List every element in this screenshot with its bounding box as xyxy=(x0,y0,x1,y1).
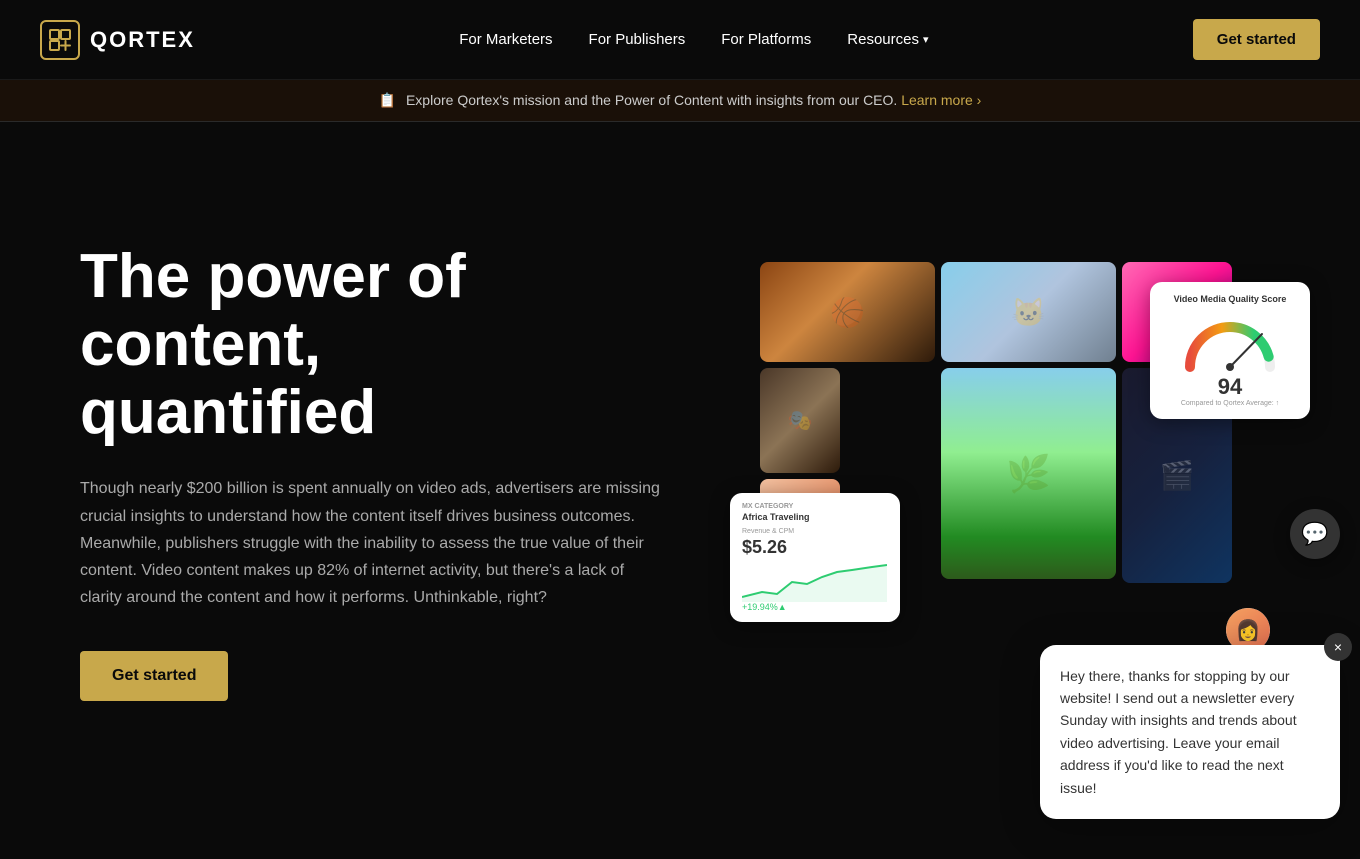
nav-for-marketers[interactable]: For Marketers xyxy=(459,31,552,48)
cpm-widget: MX CATEGORY Africa Traveling Revenue & C… xyxy=(730,493,900,622)
cpm-metric-label: Revenue & CPM xyxy=(742,528,888,535)
image-landscape: 🌿 xyxy=(941,368,1116,579)
navbar: QORTEX For Marketers For Publishers For … xyxy=(0,0,1360,80)
nav-resources[interactable]: Resources ▾ xyxy=(847,31,928,48)
chat-bubble-icon: 💬 xyxy=(1301,521,1328,547)
logo-link[interactable]: QORTEX xyxy=(40,20,195,60)
quality-score-value: 94 xyxy=(1164,374,1296,400)
hero-title: The power of content, quantified xyxy=(80,243,680,448)
chat-close-button[interactable]: × xyxy=(1324,633,1352,661)
cpm-change-value: +19.94%▲ xyxy=(742,602,888,612)
resources-caret: ▾ xyxy=(923,33,929,46)
quality-widget-title: Video Media Quality Score xyxy=(1164,294,1296,304)
hero-cta-button[interactable]: Get started xyxy=(80,651,228,701)
cpm-category-label: MX CATEGORY xyxy=(742,503,888,510)
quality-gauge xyxy=(1180,312,1280,372)
chat-message: Hey there, thanks for stopping by our we… xyxy=(1060,665,1320,799)
banner-icon: 📋 xyxy=(379,92,396,108)
cpm-category-value: Africa Traveling xyxy=(742,512,888,522)
image-cat: 🐱 xyxy=(941,262,1116,362)
image-sports: 🏀 xyxy=(760,262,935,362)
nav-cta-button[interactable]: Get started xyxy=(1193,19,1320,60)
hero-content: The power of content, quantified Though … xyxy=(80,243,680,702)
quality-score-sub: Compared to Qortex Average: ↑ xyxy=(1164,400,1296,407)
hero-description: Though nearly $200 billion is spent annu… xyxy=(80,475,660,611)
nav-for-publishers[interactable]: For Publishers xyxy=(589,31,686,48)
quality-score-widget: Video Media Quality Score xyxy=(1150,282,1310,419)
nav-links: For Marketers For Publishers For Platfor… xyxy=(459,31,928,48)
banner-text: Explore Qortex's mission and the Power o… xyxy=(406,92,897,108)
chat-widget: × Hey there, thanks for stopping by our … xyxy=(1040,645,1340,819)
cpm-price-value: $5.26 xyxy=(742,537,888,558)
image-medieval: 🎭 xyxy=(760,368,840,473)
cpm-chart xyxy=(742,562,888,602)
logo-icon xyxy=(40,20,80,60)
logo-text: QORTEX xyxy=(90,27,195,53)
announcement-banner: 📋 Explore Qortex's mission and the Power… xyxy=(0,80,1360,122)
hero-visual: 🏀 🐱 🎉 🎭 🌿 🎬 👤 Video Media Qualit xyxy=(760,262,1280,682)
nav-for-platforms[interactable]: For Platforms xyxy=(721,31,811,48)
banner-link[interactable]: Learn more › xyxy=(901,92,981,108)
chat-bubble-button[interactable]: 💬 xyxy=(1290,509,1340,559)
